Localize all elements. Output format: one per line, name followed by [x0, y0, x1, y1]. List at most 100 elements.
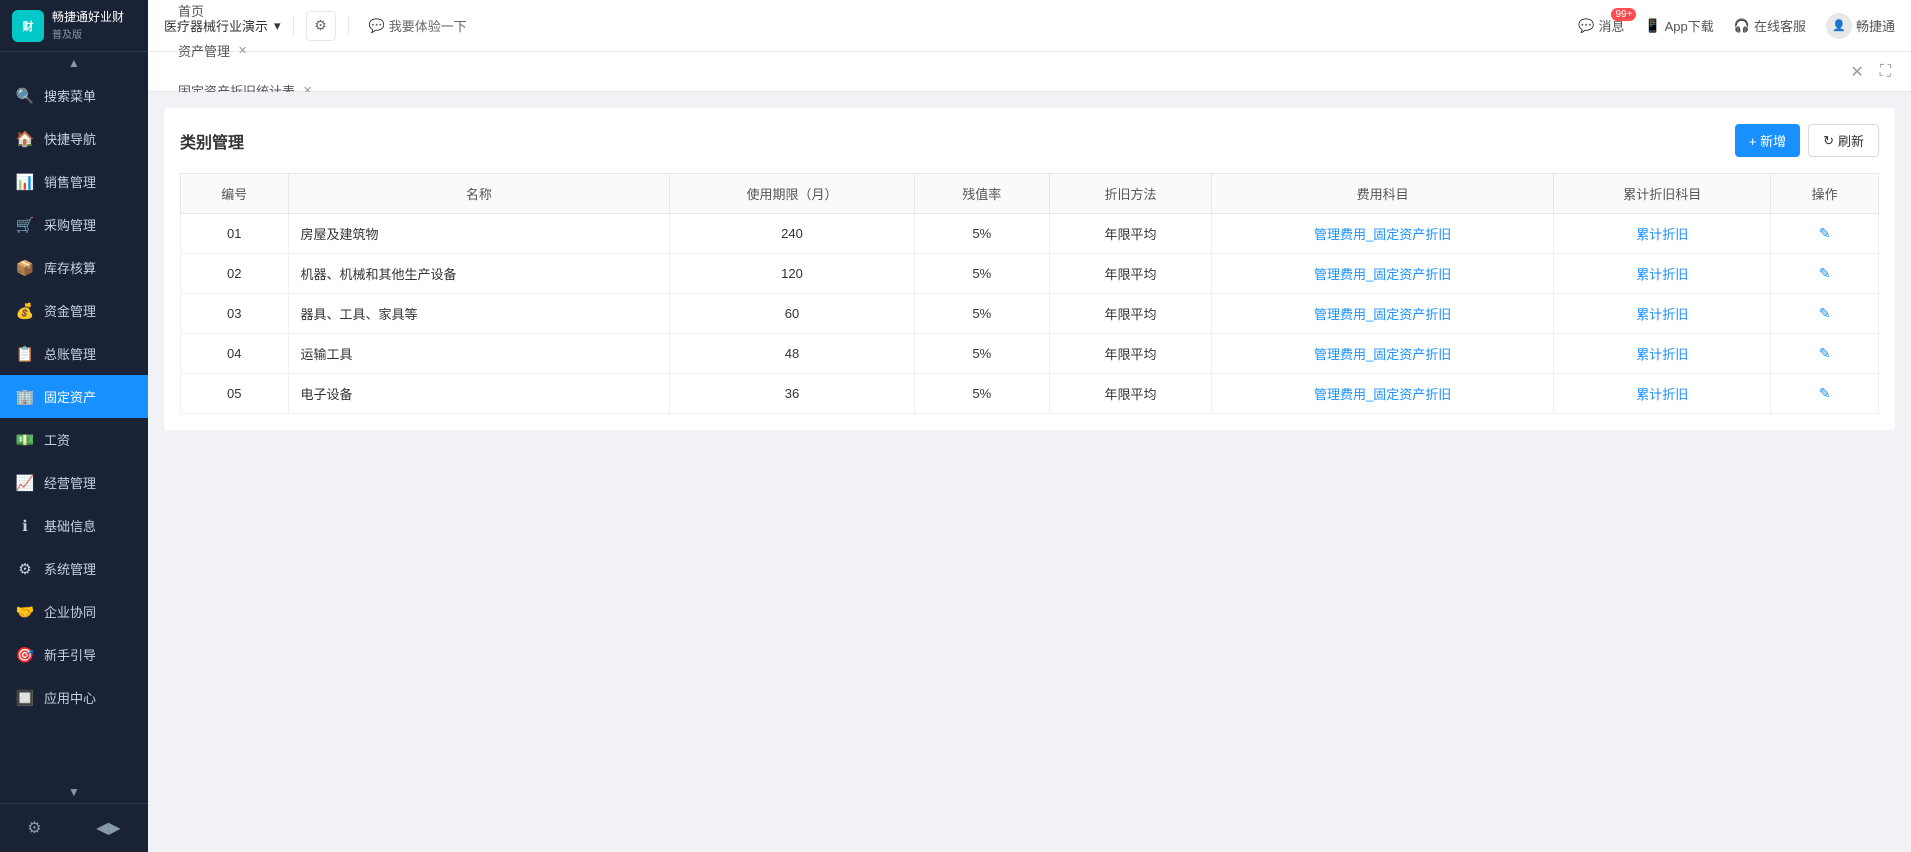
sidebar-item-ledger[interactable]: 📋 总账管理	[0, 332, 148, 375]
col-header-code: 编号	[181, 174, 289, 214]
sidebar-item-label-search: 搜索菜单	[44, 86, 96, 105]
cell-method-2: 年限平均	[1049, 294, 1211, 334]
sidebar-item-label-basic-info: 基础信息	[44, 516, 96, 535]
cell-action-1[interactable]: ✎	[1771, 254, 1879, 294]
cell-residual-1: 5%	[914, 254, 1049, 294]
guide-icon: 🎯	[16, 646, 34, 664]
logo-area: 财 畅捷通好业财 普及版	[0, 0, 148, 52]
cell-method-0: 年限平均	[1049, 214, 1211, 254]
sales-icon: 📊	[16, 173, 34, 191]
cell-expense-4: 管理费用_固定资产折旧	[1212, 374, 1554, 414]
experience-label: 我要体验一下	[389, 16, 467, 35]
cell-action-0[interactable]: ✎	[1771, 214, 1879, 254]
nav-items-container: 🔍 搜索菜单 🏠 快捷导航 📊 销售管理 🛒 采购管理 📦 库存核算 💰 资金管…	[0, 74, 148, 719]
cell-code-1: 02	[181, 254, 289, 294]
sidebar-item-basic-info[interactable]: ℹ 基础信息	[0, 504, 148, 547]
cell-expense-1: 管理费用_固定资产折旧	[1212, 254, 1554, 294]
sidebar-item-label-guide: 新手引导	[44, 645, 96, 664]
col-header-period: 使用期限（月）	[670, 174, 915, 214]
topbar: 医疗器械行业演示 ▾ ⚙ 💬 我要体验一下 💬 消息 99+ 📱 App下载 🎧…	[148, 0, 1911, 52]
ledger-icon: 📋	[16, 345, 34, 363]
cell-name-0: 房屋及建筑物	[288, 214, 670, 254]
table-row: 05 电子设备 36 5% 年限平均 管理费用_固定资产折旧 累计折旧 ✎	[181, 374, 1879, 414]
logo-text-area: 畅捷通好业财 普及版	[52, 10, 124, 41]
cell-accumulated-4: 累计折旧	[1554, 374, 1771, 414]
app-download-label: App下载	[1665, 16, 1714, 35]
sidebar-item-label-app-center: 应用中心	[44, 688, 96, 707]
cell-method-4: 年限平均	[1049, 374, 1211, 414]
basic-info-icon: ℹ	[16, 517, 34, 535]
collapse-button[interactable]: ◀▶	[90, 812, 127, 844]
logo-name: 畅捷通好业财	[52, 10, 124, 26]
close-tab-button[interactable]: ✕	[1846, 60, 1867, 84]
table-row: 02 机器、机械和其他生产设备 120 5% 年限平均 管理费用_固定资产折旧 …	[181, 254, 1879, 294]
enterprise-icon: 🤝	[16, 603, 34, 621]
cell-period-2: 60	[670, 294, 915, 334]
scroll-down-button[interactable]: ▼	[0, 781, 148, 803]
edit-icon-1[interactable]: ✎	[1819, 265, 1831, 281]
tab-label-1: 资产管理	[178, 41, 230, 60]
cell-action-3[interactable]: ✎	[1771, 334, 1879, 374]
cell-period-3: 48	[670, 334, 915, 374]
messages-item[interactable]: 💬 消息 99+	[1578, 16, 1624, 35]
content-card: 类别管理 + 新增 ↻ 刷新 编号 名称 使用期限（月） 残值率	[164, 108, 1895, 430]
settings-bottom-button[interactable]: ⚙	[21, 812, 47, 844]
sidebar-item-funds[interactable]: 💰 资金管理	[0, 289, 148, 332]
table-row: 01 房屋及建筑物 240 5% 年限平均 管理费用_固定资产折旧 累计折旧 ✎	[181, 214, 1879, 254]
sidebar-item-salary[interactable]: 💵 工资	[0, 418, 148, 461]
search-icon: 🔍	[16, 87, 34, 105]
sidebar-item-fixed-assets[interactable]: 🏢 固定资产	[0, 375, 148, 418]
sidebar-item-label-quick-nav: 快捷导航	[44, 129, 96, 148]
sidebar-item-operations[interactable]: 📈 经营管理	[0, 461, 148, 504]
table-header-row: 编号 名称 使用期限（月） 残值率 折旧方法 费用科目 累计折旧科目 操作	[181, 174, 1879, 214]
customer-service-label: 在线客服	[1754, 16, 1806, 35]
sidebar-item-purchase[interactable]: 🛒 采购管理	[0, 203, 148, 246]
sidebar-item-sales[interactable]: 📊 销售管理	[0, 160, 148, 203]
scroll-up-button[interactable]: ▲	[0, 52, 148, 74]
new-button[interactable]: + 新增	[1735, 124, 1800, 157]
edit-icon-2[interactable]: ✎	[1819, 305, 1831, 321]
cell-expense-0: 管理费用_固定资产折旧	[1212, 214, 1554, 254]
edit-icon-0[interactable]: ✎	[1819, 225, 1831, 241]
fixed-assets-icon: 🏢	[16, 388, 34, 406]
sidebar-item-label-purchase: 采购管理	[44, 215, 96, 234]
tab-1[interactable]: 资产管理 ✕	[164, 32, 326, 72]
app-center-icon: 🔲	[16, 689, 34, 707]
maximize-tab-button[interactable]: ⛶	[1876, 61, 1895, 83]
app-download-item[interactable]: 📱 App下载	[1644, 16, 1713, 35]
topbar-divider-2	[348, 16, 349, 36]
content-area: 类别管理 + 新增 ↻ 刷新 编号 名称 使用期限（月） 残值率	[148, 92, 1911, 852]
sidebar-item-system[interactable]: ⚙ 系统管理	[0, 547, 148, 590]
experience-link[interactable]: 💬 我要体验一下	[369, 16, 467, 35]
cell-code-3: 04	[181, 334, 289, 374]
salary-icon: 💵	[16, 431, 34, 449]
edit-icon-4[interactable]: ✎	[1819, 385, 1831, 401]
sidebar-item-label-enterprise: 企业协同	[44, 602, 96, 621]
system-icon: ⚙	[16, 560, 34, 578]
sidebar-item-label-sales: 销售管理	[44, 172, 96, 191]
customer-service-item[interactable]: 🎧 在线客服	[1734, 16, 1806, 35]
sidebar-item-label-ledger: 总账管理	[44, 344, 96, 363]
sidebar-item-guide[interactable]: 🎯 新手引导	[0, 633, 148, 676]
cell-action-2[interactable]: ✎	[1771, 294, 1879, 334]
tab-0[interactable]: 首页	[164, 0, 326, 32]
user-item[interactable]: 👤 畅捷通	[1826, 13, 1895, 39]
cell-action-4[interactable]: ✎	[1771, 374, 1879, 414]
header-actions: + 新增 ↻ 刷新	[1735, 124, 1879, 157]
sidebar-item-quick-nav[interactable]: 🏠 快捷导航	[0, 117, 148, 160]
col-header-accumulated: 累计折旧科目	[1554, 174, 1771, 214]
topbar-right: 💬 消息 99+ 📱 App下载 🎧 在线客服 👤 畅捷通	[1578, 13, 1895, 39]
refresh-button[interactable]: ↻ 刷新	[1808, 124, 1879, 157]
col-header-method: 折旧方法	[1049, 174, 1211, 214]
tab-close-1[interactable]: ✕	[238, 44, 247, 57]
edit-icon-3[interactable]: ✎	[1819, 345, 1831, 361]
operations-icon: 📈	[16, 474, 34, 492]
refresh-icon: ↻	[1823, 133, 1834, 149]
sidebar-item-inventory[interactable]: 📦 库存核算	[0, 246, 148, 289]
user-avatar: 👤	[1826, 13, 1852, 39]
sidebar-item-app-center[interactable]: 🔲 应用中心	[0, 676, 148, 719]
cell-accumulated-3: 累计折旧	[1554, 334, 1771, 374]
cell-accumulated-2: 累计折旧	[1554, 294, 1771, 334]
sidebar-item-enterprise[interactable]: 🤝 企业协同	[0, 590, 148, 633]
sidebar-item-search[interactable]: 🔍 搜索菜单	[0, 74, 148, 117]
